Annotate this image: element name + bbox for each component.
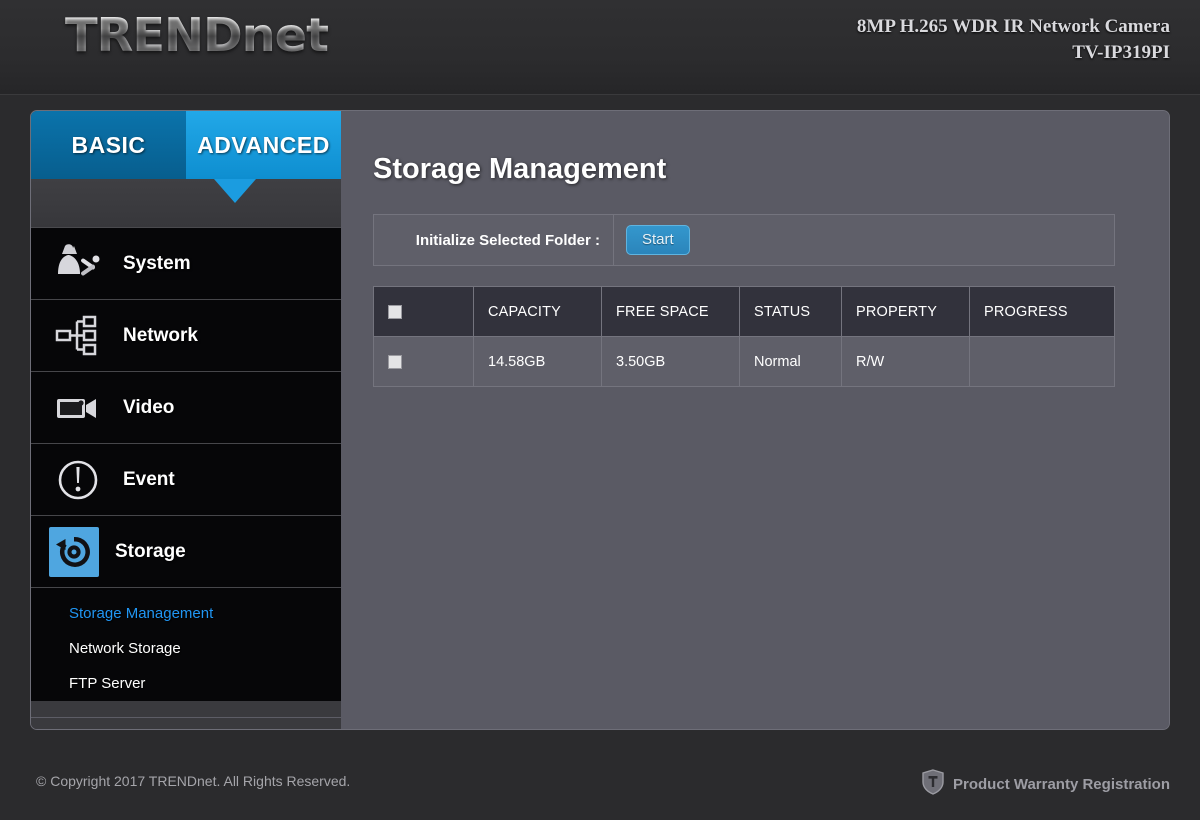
row-checkbox[interactable]: [388, 354, 402, 369]
table-header-row: CAPACITY FREE SPACE STATUS PROPERTY PROG…: [373, 286, 1115, 337]
column-header-free-space: FREE SPACE: [601, 286, 740, 337]
tab-basic-label: BASIC: [71, 131, 146, 158]
tab-basic[interactable]: BASIC: [31, 111, 186, 179]
warranty-registration-link[interactable]: Product Warranty Registration: [922, 769, 1170, 800]
sidebar-submenu: Storage Management Network Storage FTP S…: [31, 588, 341, 701]
sidebar-item-network-label: Network: [123, 324, 198, 346]
column-header-property: PROPERTY: [841, 286, 970, 337]
shield-t-icon: [922, 769, 944, 800]
row-select-cell: [373, 336, 474, 387]
column-header-progress: PROGRESS: [969, 286, 1115, 337]
sidebar-item-event-label: Event: [123, 468, 175, 490]
select-all-checkbox[interactable]: [388, 304, 402, 319]
copyright-text: © Copyright 2017 TRENDnet. All Rights Re…: [36, 773, 351, 789]
start-button[interactable]: Start: [626, 225, 690, 255]
trendnet-logo: TRENDnet: [64, 8, 329, 62]
main-panel: BASIC ADVANCED System Network Video Even…: [30, 110, 1170, 730]
storage-table: CAPACITY FREE SPACE STATUS PROPERTY PROG…: [373, 286, 1115, 387]
cell-property: R/W: [841, 336, 970, 387]
sidebar-item-video[interactable]: Video: [31, 372, 341, 444]
table-row[interactable]: 14.58GB 3.50GB Normal R/W: [373, 336, 1115, 387]
submenu-item-ftp-server[interactable]: FTP Server: [69, 666, 341, 701]
page-title: Storage Management: [373, 153, 667, 185]
sidebar-item-event[interactable]: Event: [31, 444, 341, 516]
column-header-capacity: CAPACITY: [473, 286, 602, 337]
tab-advanced-label: ADVANCED: [197, 131, 330, 158]
initialize-folder-label: Initialize Selected Folder :: [374, 214, 614, 266]
cell-progress: [969, 336, 1115, 387]
submenu-item-network-storage[interactable]: Network Storage: [69, 631, 341, 666]
cell-status: Normal: [739, 336, 842, 387]
sidebar-item-system[interactable]: System: [31, 228, 341, 300]
sidebar-item-network[interactable]: Network: [31, 300, 341, 372]
tab-advanced[interactable]: ADVANCED: [186, 111, 341, 179]
sidebar-item-video-label: Video: [123, 396, 175, 418]
system-user-tools-icon: [49, 238, 107, 290]
device-model-block: 8MP H.265 WDR IR Network Camera TV-IP319…: [857, 14, 1170, 66]
network-nodes-icon: [49, 310, 107, 362]
select-all-header: [373, 286, 474, 337]
column-header-status: STATUS: [739, 286, 842, 337]
storage-disk-icon: [49, 526, 99, 577]
page-footer: © Copyright 2017 TRENDnet. All Rights Re…: [0, 755, 1200, 820]
storage-table-head: CAPACITY FREE SPACE STATUS PROPERTY PROG…: [373, 286, 1115, 337]
active-tab-caret-icon: [214, 179, 256, 203]
cell-capacity: 14.58GB: [473, 336, 602, 387]
sidebar-item-storage-label: Storage: [115, 540, 186, 562]
device-model-line1: 8MP H.265 WDR IR Network Camera: [856, 16, 1170, 37]
device-model-line2: TV-IP319PI: [1072, 42, 1170, 63]
content-area: Storage Management Initialize Selected F…: [341, 111, 1169, 729]
tab-pointer-band: [31, 179, 341, 227]
event-exclamation-icon: [49, 454, 107, 506]
warranty-registration-label: Product Warranty Registration: [953, 776, 1170, 793]
submenu-item-storage-management[interactable]: Storage Management: [69, 596, 341, 631]
sidebar-item-storage[interactable]: Storage: [31, 516, 361, 588]
logo-text: TRENDnet: [64, 8, 329, 62]
cell-free-space: 3.50GB: [601, 336, 740, 387]
initialize-folder-bar: Initialize Selected Folder : Start: [373, 214, 1115, 266]
page-header: TRENDnet 8MP H.265 WDR IR Network Camera…: [0, 0, 1200, 95]
sidebar-item-system-label: System: [123, 252, 191, 274]
sidebar-menu: System Network Video Event Storage Stora…: [31, 227, 361, 701]
video-camcorder-icon: [49, 382, 107, 434]
sidebar: BASIC ADVANCED System Network Video Even…: [31, 111, 361, 729]
storage-table-body: 14.58GB 3.50GB Normal R/W: [373, 336, 1115, 387]
sidebar-footer-strip: [31, 717, 341, 729]
tab-bar: BASIC ADVANCED: [31, 111, 341, 179]
